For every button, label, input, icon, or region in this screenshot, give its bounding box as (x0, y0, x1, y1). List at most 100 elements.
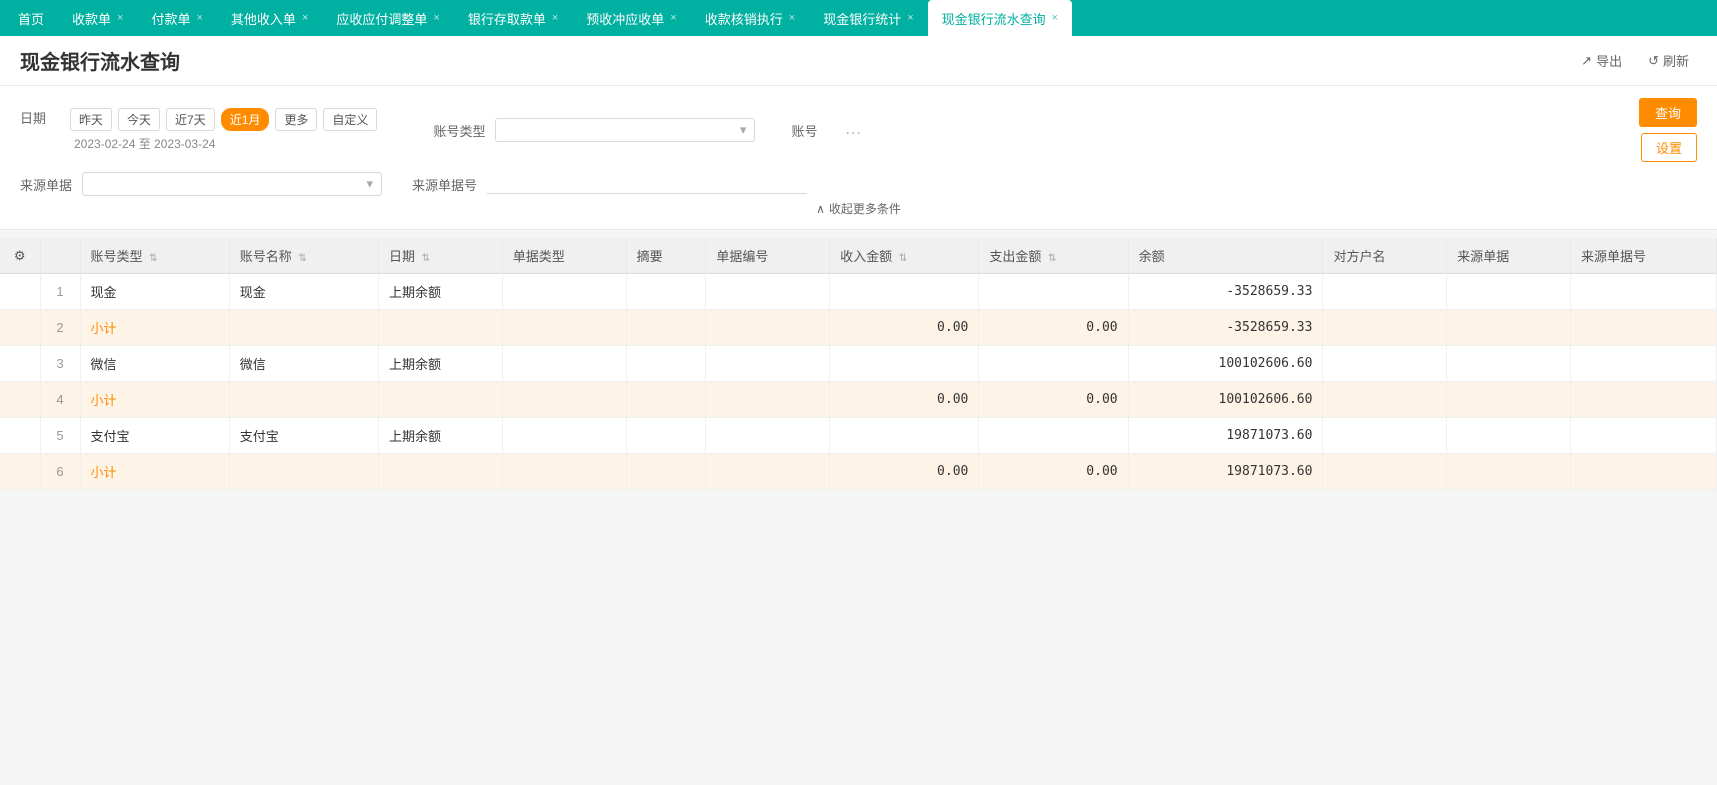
source-doc-label: 来源单据 (20, 175, 72, 194)
account-type-label: 账号类型 (433, 121, 485, 140)
table-cell (1323, 310, 1447, 346)
col-doc-no: 单据编号 (706, 238, 830, 274)
date-btn-custom[interactable]: 自定义 (323, 108, 377, 131)
source-doc-no-group: 来源单据号 (412, 174, 807, 194)
date-btn-yesterday[interactable]: 昨天 (70, 108, 112, 131)
table-cell: 3 (40, 346, 80, 382)
refresh-button[interactable]: ↺ 刷新 (1640, 47, 1697, 74)
table-cell (1447, 418, 1571, 454)
table-row: 3微信微信上期余额100102606.60 (0, 346, 1717, 382)
table-cell: 5 (40, 418, 80, 454)
account-ellipsis-button[interactable]: ... (841, 121, 865, 139)
table-cell (1571, 382, 1717, 418)
table-cell: 0.00 (979, 382, 1128, 418)
nav-item-ar-adjust[interactable]: 应收应付调整单 × (322, 0, 453, 36)
table-cell (1447, 310, 1571, 346)
table-cell (1323, 346, 1447, 382)
table-cell: 小计 (80, 310, 229, 346)
table-cell (0, 346, 40, 382)
header-actions: ↗ 导出 ↺ 刷新 (1573, 47, 1697, 74)
table-cell (1571, 274, 1717, 310)
date-btn-1month[interactable]: 近1月 (221, 108, 270, 131)
table-cell: 2 (40, 310, 80, 346)
account-type-select[interactable]: ▾ (495, 118, 755, 142)
refresh-icon: ↺ (1648, 53, 1659, 69)
col-summary: 摘要 (626, 238, 706, 274)
table-cell (830, 274, 979, 310)
close-icon[interactable]: × (117, 12, 123, 24)
table-container: ⚙ 账号类型 ⇅ 账号名称 ⇅ 日期 ⇅ 单据类型 摘要 单据编号 (0, 238, 1717, 490)
account-label: 账号 (791, 121, 831, 140)
table-cell (706, 418, 830, 454)
nav-item-payment[interactable]: 付款单 × (137, 0, 216, 36)
table-cell (979, 274, 1128, 310)
table-cell (0, 310, 40, 346)
nav-item-home[interactable]: 首页 (4, 0, 58, 36)
close-icon[interactable]: × (552, 12, 558, 24)
close-icon[interactable]: × (433, 12, 439, 24)
table-cell: 0.00 (830, 454, 979, 490)
table-cell (379, 454, 503, 490)
table-cell (502, 274, 626, 310)
table-cell (1447, 346, 1571, 382)
nav-item-bank-deposit[interactable]: 银行存取款单 × (454, 0, 572, 36)
table-cell (1323, 454, 1447, 490)
source-doc-select[interactable]: ▾ (82, 172, 382, 196)
nav-item-cash-bank-flow[interactable]: 现金银行流水查询 × (928, 0, 1072, 36)
table-cell: 6 (40, 454, 80, 490)
col-account-name[interactable]: 账号名称 ⇅ (229, 238, 378, 274)
table-cell (502, 346, 626, 382)
col-account-type[interactable]: 账号类型 ⇅ (80, 238, 229, 274)
nav-item-receipt[interactable]: 收款单 × (58, 0, 137, 36)
table-cell: 上期余额 (379, 274, 503, 310)
close-icon[interactable]: × (907, 12, 913, 24)
close-icon[interactable]: × (670, 12, 676, 24)
sort-icon: ⇅ (149, 253, 157, 264)
date-range-display: 2023-02-24 至 2023-03-24 (74, 135, 377, 152)
table-cell (626, 310, 706, 346)
date-btn-today[interactable]: 今天 (118, 108, 160, 131)
col-settings[interactable]: ⚙ (0, 238, 40, 274)
table-cell (229, 310, 378, 346)
filter-area: 日期 昨天 今天 近7天 近1月 更多 自定义 2023-02-24 至 202… (0, 86, 1717, 230)
table-cell (0, 382, 40, 418)
settings-button[interactable]: 设置 (1641, 133, 1697, 162)
date-btn-7days[interactable]: 近7天 (166, 108, 215, 131)
table-cell: 0.00 (979, 310, 1128, 346)
col-date[interactable]: 日期 ⇅ (379, 238, 503, 274)
table-row: 4小计0.000.00100102606.60 (0, 382, 1717, 418)
nav-item-collect-verify[interactable]: 收款核销执行 × (691, 0, 809, 36)
table-cell (626, 274, 706, 310)
query-button[interactable]: 查询 (1639, 98, 1697, 127)
table-cell (830, 418, 979, 454)
col-income[interactable]: 收入金额 ⇅ (830, 238, 979, 274)
table-cell: 0.00 (830, 310, 979, 346)
nav-item-pre-collect[interactable]: 预收冲应收单 × (572, 0, 690, 36)
table-cell (502, 310, 626, 346)
table-cell (0, 418, 40, 454)
nav-item-other-income[interactable]: 其他收入单 × (217, 0, 322, 36)
close-icon[interactable]: × (1052, 12, 1058, 24)
table-cell (1571, 454, 1717, 490)
date-filter-label: 日期 (20, 108, 60, 127)
date-btn-more[interactable]: 更多 (275, 108, 317, 131)
table-cell (0, 274, 40, 310)
table-cell (979, 418, 1128, 454)
close-icon[interactable]: × (196, 12, 202, 24)
table-cell: 0.00 (830, 382, 979, 418)
data-table: ⚙ 账号类型 ⇅ 账号名称 ⇅ 日期 ⇅ 单据类型 摘要 单据编号 (0, 238, 1717, 490)
source-doc-no-input[interactable] (487, 174, 807, 194)
export-button[interactable]: ↗ 导出 (1573, 47, 1630, 74)
collapse-bar[interactable]: ∧ 收起更多条件 (20, 196, 1697, 217)
table-cell (502, 418, 626, 454)
close-icon[interactable]: × (789, 12, 795, 24)
table-cell: 上期余额 (379, 346, 503, 382)
col-expense[interactable]: 支出金额 ⇅ (979, 238, 1128, 274)
table-cell: 现金 (80, 274, 229, 310)
table-cell: 上期余额 (379, 418, 503, 454)
table-cell: -3528659.33 (1128, 274, 1323, 310)
table-cell (706, 274, 830, 310)
table-cell: 支付宝 (229, 418, 378, 454)
nav-item-cash-bank-stat[interactable]: 现金银行统计 × (809, 0, 927, 36)
close-icon[interactable]: × (302, 12, 308, 24)
